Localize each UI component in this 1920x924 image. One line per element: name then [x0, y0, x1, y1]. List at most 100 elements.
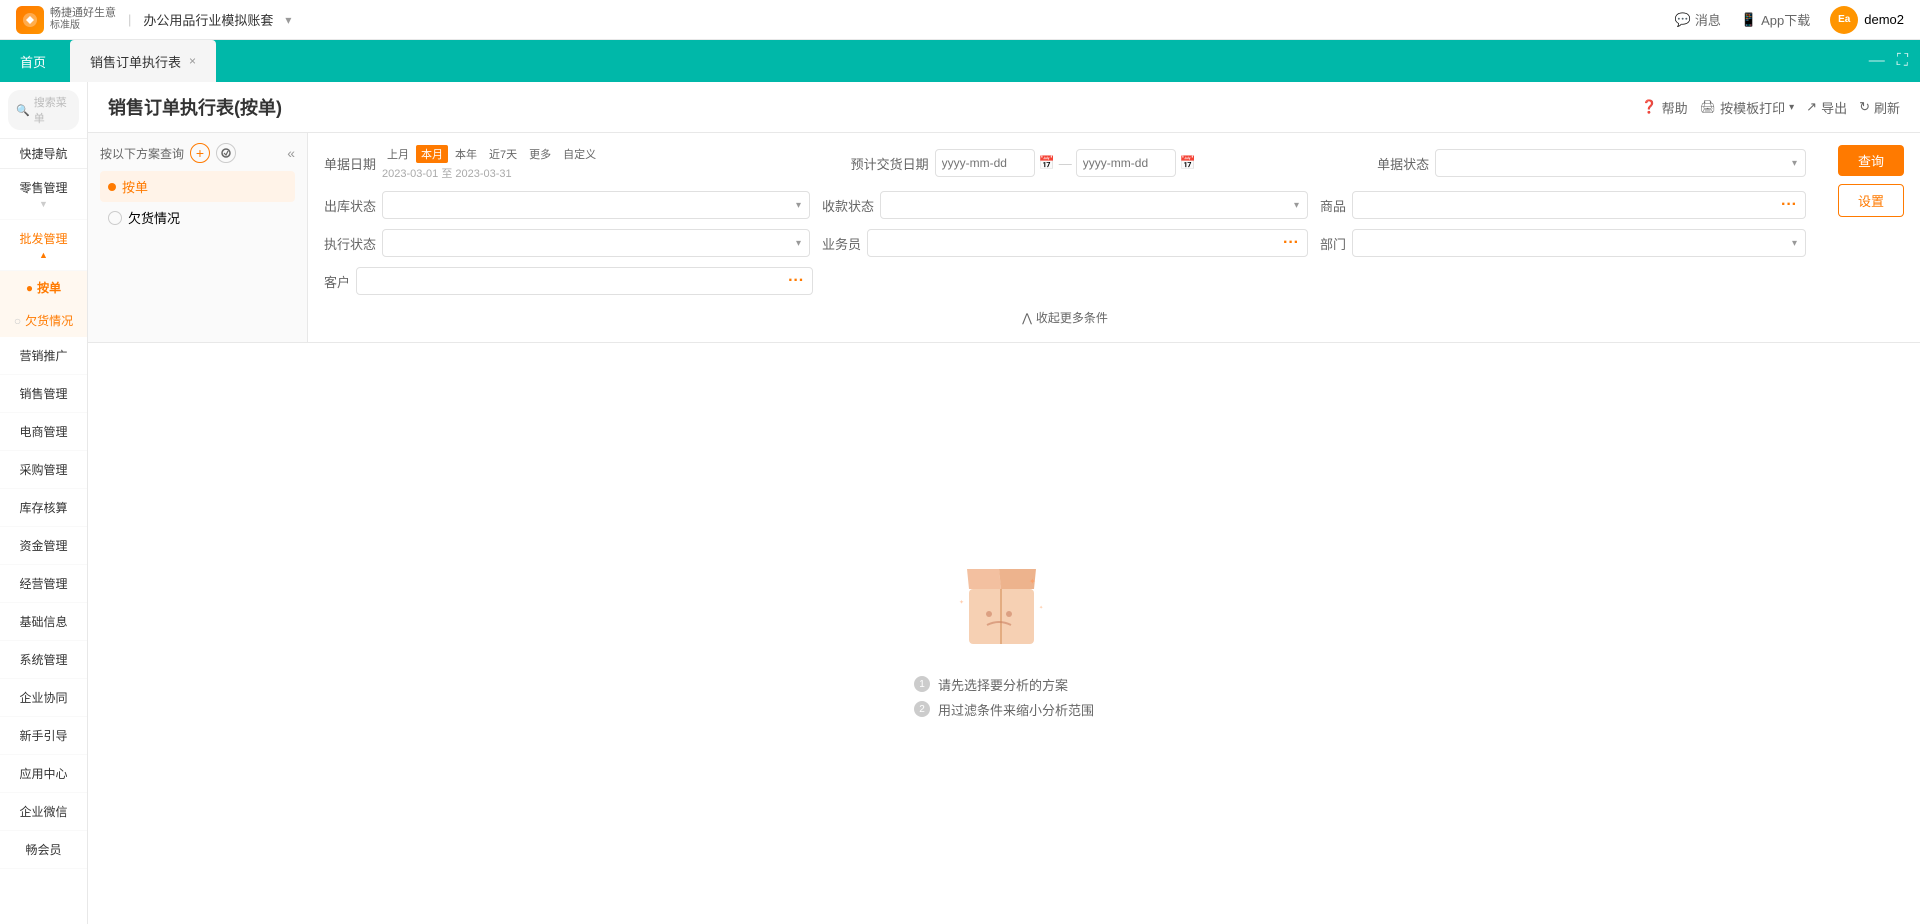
expected-date-from-input[interactable] [935, 149, 1035, 177]
sidebar-item-vip[interactable]: 畅会员 [0, 831, 87, 869]
expected-date-to-icon[interactable]: 📅 [1180, 155, 1196, 171]
active-dot-icon [108, 183, 116, 191]
sidebar-item-wholesale[interactable]: 批发管理 ▲ [0, 220, 87, 271]
date-tabs-row: 上月 本月 本年 近7天 更多 自定义 [382, 145, 839, 163]
settings-button[interactable]: 设置 [1838, 184, 1904, 217]
sidebar-item-label: 系统管理 [19, 651, 67, 668]
sidebar-item-wechat[interactable]: 企业微信 [0, 793, 87, 831]
breadcrumb[interactable]: 办公用品行业模拟账套 [143, 10, 273, 29]
payment-status-label: 收款状态 [822, 196, 874, 215]
sidebar-item-purchase[interactable]: 采购管理 [0, 451, 87, 489]
sidebar-item-finance[interactable]: 资金管理 [0, 527, 87, 565]
empty-illustration: ✦ ✦ ✦ [944, 549, 1064, 659]
sidebar-item-label: 电商管理 [19, 423, 67, 440]
sidebar-item-management[interactable]: 经营管理 [0, 565, 87, 603]
sidebar-item-ecommerce[interactable]: 电商管理 [0, 413, 87, 451]
date-tab-last-month[interactable]: 上月 [382, 145, 414, 163]
payment-arrow-icon: ▾ [1294, 200, 1299, 211]
message-icon: 💬 [1675, 12, 1691, 28]
breadcrumb-arrow-icon[interactable]: ▾ [285, 13, 291, 27]
delivery-arrow-icon: ▾ [796, 200, 801, 211]
user-menu[interactable]: Ea demo2 [1830, 6, 1904, 34]
main-content: 按以下方案查询 + « 按单 [88, 133, 1920, 924]
sidebar-item-enterprise[interactable]: 企业协同 [0, 679, 87, 717]
sidebar-item-label: 企业协同 [19, 689, 67, 706]
print-icon: 🖨 [1700, 99, 1717, 115]
exec-status-wrapper: ▾ [382, 229, 810, 257]
department-select[interactable]: ▾ [1352, 229, 1806, 257]
expected-date-from-icon[interactable]: 📅 [1039, 155, 1055, 171]
tab-close-icon[interactable]: × [189, 54, 196, 68]
date-tab-more[interactable]: 更多 [524, 145, 556, 163]
date-separator: — [1059, 156, 1072, 171]
sidebar-item-label: 批发管理 [19, 230, 67, 247]
collapse-label: 收起更多条件 [1036, 309, 1108, 326]
doc-status-field: 单据状态 ▾ [1377, 149, 1806, 177]
header-right: 💬 消息 📱 App下载 Ea demo2 [1675, 6, 1904, 34]
tab-bar-controls: — ⛶ [1865, 48, 1920, 74]
salesperson-field: 业务员 ··· [822, 229, 1308, 257]
payment-status-select[interactable]: ▾ [880, 191, 1308, 219]
customer-select[interactable]: ··· [356, 267, 813, 295]
empty-illustration-svg: ✦ ✦ ✦ [944, 549, 1064, 659]
sidebar-item-label: 零售管理 [19, 179, 67, 196]
department-field: 部门 ▾ [1320, 229, 1806, 257]
app-download-button[interactable]: 📱 App下载 [1741, 10, 1810, 29]
edit-scheme-button[interactable] [216, 143, 236, 163]
sidebar-search-area[interactable]: 🔍 搜索菜单 [0, 82, 87, 139]
collapse-scheme-button[interactable]: « [287, 145, 295, 161]
export-button[interactable]: ↗ 导出 [1806, 98, 1847, 117]
sidebar-item-label: 企业微信 [19, 803, 67, 820]
tab-home[interactable]: 首页 [0, 40, 66, 82]
exec-status-select[interactable]: ▾ [382, 229, 810, 257]
date-tab-current-year[interactable]: 本年 [450, 145, 482, 163]
sidebar-sub-item-orders[interactable]: ● 按单 [0, 271, 87, 304]
doc-status-select[interactable]: ▾ [1435, 149, 1806, 177]
add-scheme-button[interactable]: + [190, 143, 210, 163]
department-wrapper: ▾ [1352, 229, 1806, 257]
content-area: 销售订单执行表(按单) ❓ 帮助 🖨 按模板打印 ▾ ↗ 导出 ↻ 刷新 [88, 82, 1920, 924]
salesperson-select[interactable]: ··· [867, 229, 1308, 257]
refresh-button[interactable]: ↻ 刷新 [1859, 98, 1900, 117]
page-title: 销售订单执行表(按单) [108, 94, 282, 132]
sidebar-item-system[interactable]: 系统管理 [0, 641, 87, 679]
department-label: 部门 [1320, 234, 1346, 253]
print-button[interactable]: 🖨 按模板打印 ▾ [1700, 98, 1795, 117]
message-button[interactable]: 💬 消息 [1675, 10, 1721, 29]
help-icon: ❓ [1641, 99, 1657, 115]
tab-minimize-icon[interactable]: — [1865, 48, 1889, 74]
tab-sales-order[interactable]: 销售订单执行表 × [70, 40, 216, 82]
sidebar-item-sales[interactable]: 销售管理 [0, 375, 87, 413]
print-arrow-icon: ▾ [1789, 102, 1794, 113]
query-button[interactable]: 查询 [1838, 145, 1904, 176]
sidebar-item-guide[interactable]: 新手引导 [0, 717, 87, 755]
svg-text:✦: ✦ [959, 599, 964, 606]
sidebar-item-app-center[interactable]: 应用中心 [0, 755, 87, 793]
main-layout: 🔍 搜索菜单 快捷导航 零售管理 ▼ 批发管理 ▲ ● 按单 ○ 欠货情况 [0, 82, 1920, 924]
sidebar: 🔍 搜索菜单 快捷导航 零售管理 ▼ 批发管理 ▲ ● 按单 ○ 欠货情况 [0, 82, 88, 924]
sidebar-item-basic-info[interactable]: 基础信息 [0, 603, 87, 641]
sidebar-item-inventory[interactable]: 库存核算 [0, 489, 87, 527]
expected-date-to-input[interactable] [1076, 149, 1176, 177]
sidebar-item-retail[interactable]: 零售管理 ▼ [0, 169, 87, 220]
sidebar-item-marketing[interactable]: 营销推广 [0, 337, 87, 375]
delivery-status-select[interactable]: ▾ [382, 191, 810, 219]
date-tab-7days[interactable]: 近7天 [484, 145, 522, 163]
delivery-status-wrapper: ▾ [382, 191, 810, 219]
exec-status-field: 执行状态 ▾ [324, 229, 810, 257]
sidebar-item-label: 采购管理 [19, 461, 67, 478]
inactive-circle-icon [108, 211, 122, 225]
date-tab-current-month[interactable]: 本月 [416, 145, 448, 163]
scheme-item-backorder[interactable]: 欠货情况 [100, 202, 295, 233]
doc-status-select-wrapper: ▾ [1435, 149, 1806, 177]
help-button[interactable]: ❓ 帮助 [1641, 98, 1687, 117]
sidebar-sub-item-backorder[interactable]: ○ 欠货情况 [0, 304, 87, 337]
goods-select[interactable]: ··· [1352, 191, 1806, 219]
date-tab-custom[interactable]: 自定义 [558, 145, 601, 163]
svg-text:✦: ✦ [1039, 605, 1043, 611]
collapse-conditions-button[interactable]: ⋀ 收起更多条件 [324, 305, 1806, 330]
search-input[interactable]: 🔍 搜索菜单 [8, 90, 79, 130]
sidebar-item-quick-nav[interactable]: 快捷导航 [0, 139, 87, 169]
tab-expand-icon[interactable]: ⛶ [1893, 48, 1912, 74]
scheme-item-orders[interactable]: 按单 [100, 171, 295, 202]
